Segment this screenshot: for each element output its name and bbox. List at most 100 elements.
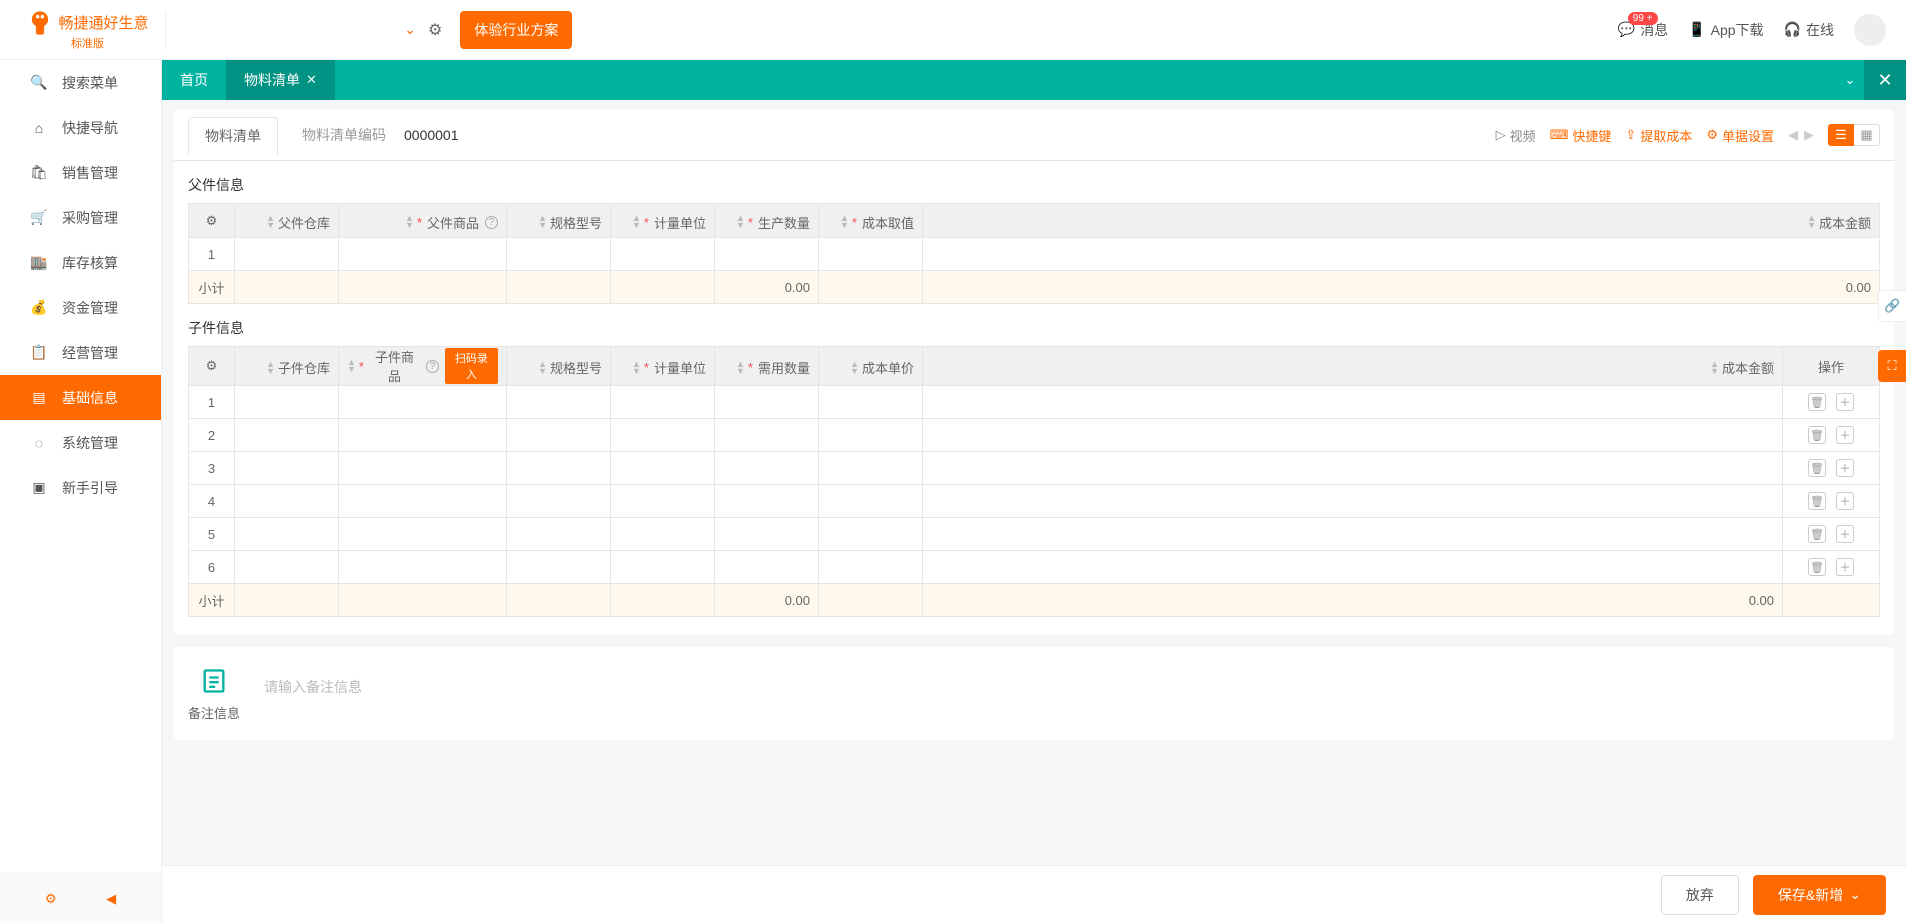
user-avatar[interactable] [1854,14,1886,46]
sidebar-item-finance[interactable]: 💰 资金管理 [0,285,161,330]
settings-icon[interactable]: ⚙ [45,891,57,907]
action-label: 单据设置 [1722,126,1774,145]
help-icon[interactable]: ? [485,216,498,229]
add-row-icon[interactable]: ＋ [1836,558,1854,576]
sort-icon[interactable]: ▲▼ [632,361,641,375]
th-cost-basis[interactable]: 成本取值 [862,213,914,232]
remarks-icon-block: 备注信息 [188,665,240,722]
sidebar-item-purchase[interactable]: 🛒 采购管理 [0,195,161,240]
view-grid-icon[interactable]: ▦ [1854,124,1880,146]
th-spec[interactable]: 规格型号 [550,213,602,232]
parent-row[interactable]: 1 [189,237,1879,270]
th-cost-amount[interactable]: 成本金额 [1819,213,1871,232]
sort-icon[interactable]: ▲▼ [736,215,745,229]
scan-tag[interactable]: 扫码录入 [445,348,498,384]
sidebar-item-search[interactable]: 🔍 搜索菜单 [0,60,161,105]
view-toggle: ☰ ▦ [1828,124,1880,146]
delete-row-icon[interactable]: 🗑 [1808,492,1826,510]
tab-dropdown-icon[interactable]: ⌄ [1836,60,1864,100]
action-bill-setting[interactable]: ⚙ 单据设置 [1706,126,1774,145]
online-support-button[interactable]: 🎧 在线 [1784,20,1834,40]
sort-icon[interactable]: ▲▼ [850,361,859,375]
delete-row-icon[interactable]: 🗑 [1808,525,1826,543]
sidebar-item-system[interactable]: ◌ 系统管理 [0,420,161,465]
sort-icon[interactable]: ▲▼ [266,361,275,375]
add-row-icon[interactable]: ＋ [1836,525,1854,543]
sidebar-item-sales[interactable]: 🛍 销售管理 [0,150,161,195]
sidebar-item-basicinfo[interactable]: ▤ 基础信息 [0,375,161,420]
logo-block[interactable]: 畅捷通好生意 标准版 [10,9,165,51]
tab-home[interactable]: 首页 [162,60,226,100]
app-download-button[interactable]: 📱 App下载 [1688,20,1763,40]
th-product[interactable]: 父件商品 [427,213,479,232]
sidebar-item-label: 采购管理 [62,208,118,228]
child-row[interactable]: 5 🗑 ＋ [189,517,1879,550]
delete-row-icon[interactable]: 🗑 [1808,459,1826,477]
org-selector[interactable]: ⌄ [186,21,416,38]
notepad-icon [200,665,228,697]
attachment-floating-icon[interactable]: 🔗 [1878,290,1906,322]
content-scroll[interactable]: 物料清单 物料清单编码 0000001 ▷ 视频 ⌨ 快捷键 [162,100,1906,923]
help-icon[interactable]: ? [426,360,439,373]
child-row[interactable]: 4🗑＋ [189,484,1879,517]
sidebar-item-inventory[interactable]: 🏬 库存核算 [0,240,161,285]
add-row-icon[interactable]: ＋ [1836,393,1854,411]
th-cost-amount[interactable]: 成本金额 [1722,358,1774,377]
child-row[interactable]: 3🗑＋ [189,451,1879,484]
child-row[interactable]: 6🗑＋ [189,550,1879,583]
th-warehouse[interactable]: 父件仓库 [278,213,330,232]
sidebar-item-guide[interactable]: ▣ 新手引导 [0,465,161,510]
th-unit[interactable]: 计量单位 [654,358,706,377]
save-new-button[interactable]: 保存&新增 ⌄ [1753,875,1886,915]
gear-icon[interactable]: ⚙ [206,358,218,373]
view-list-icon[interactable]: ☰ [1828,124,1854,146]
th-warehouse[interactable]: 子件仓库 [278,358,330,377]
add-row-icon[interactable]: ＋ [1836,459,1854,477]
messages-button[interactable]: 💬 消息 99 + [1618,20,1668,40]
expand-floating-icon[interactable]: ⛶ [1878,350,1906,382]
tab-bom[interactable]: 物料清单 ✕ [226,60,335,100]
th-unit[interactable]: 计量单位 [654,213,706,232]
next-icon[interactable]: ▶ [1804,127,1814,143]
th-spec[interactable]: 规格型号 [550,358,602,377]
add-row-icon[interactable]: ＋ [1836,426,1854,444]
th-qty[interactable]: 需用数量 [758,358,810,377]
action-extract-cost[interactable]: ⇪ 提取成本 [1625,126,1692,145]
sort-icon[interactable]: ▲▼ [266,215,275,229]
th-product[interactable]: 子件商品 [369,347,420,385]
collapse-icon[interactable]: ◀ [106,891,116,907]
sort-icon[interactable]: ▲▼ [840,215,849,229]
prev-icon[interactable]: ◀ [1788,127,1798,143]
sort-icon[interactable]: ▲▼ [538,215,547,229]
action-shortcut[interactable]: ⌨ 快捷键 [1550,126,1612,145]
sort-icon[interactable]: ▲▼ [1807,215,1816,229]
keyboard-icon: ⌨ [1550,127,1569,143]
panel-tab[interactable]: 物料清单 [188,117,278,155]
sort-icon[interactable]: ▲▼ [736,361,745,375]
sort-icon[interactable]: ▲▼ [1710,361,1719,375]
delete-row-icon[interactable]: 🗑 [1808,426,1826,444]
close-icon[interactable]: ✕ [306,72,317,88]
add-row-icon[interactable]: ＋ [1836,492,1854,510]
sidebar-item-operation[interactable]: 📋 经营管理 [0,330,161,375]
promo-button[interactable]: 体验行业方案 [460,11,572,49]
tab-close-all-icon[interactable]: ✕ [1864,60,1906,100]
th-unit-cost[interactable]: 成本单价 [862,358,914,377]
gear-icon[interactable]: ⚙ [206,213,218,228]
delete-row-icon[interactable]: 🗑 [1808,393,1826,411]
sidebar-item-quicknav[interactable]: ⌂ 快捷导航 [0,105,161,150]
child-row[interactable]: 2🗑＋ [189,418,1879,451]
action-video[interactable]: ▷ 视频 [1496,126,1536,145]
sort-icon[interactable]: ▲▼ [347,359,356,373]
settings-gear-icon[interactable]: ⚙ [428,20,442,40]
th-qty[interactable]: 生产数量 [758,213,810,232]
sort-icon[interactable]: ▲▼ [632,215,641,229]
remarks-input[interactable] [264,665,1880,709]
headset-icon: 🎧 [1784,21,1801,38]
sort-icon[interactable]: ▲▼ [405,215,414,229]
row-index: 5 [189,517,235,550]
child-row[interactable]: 1🗑＋ [189,385,1879,418]
delete-row-icon[interactable]: 🗑 [1808,558,1826,576]
sort-icon[interactable]: ▲▼ [538,361,547,375]
discard-button[interactable]: 放弃 [1661,875,1739,915]
